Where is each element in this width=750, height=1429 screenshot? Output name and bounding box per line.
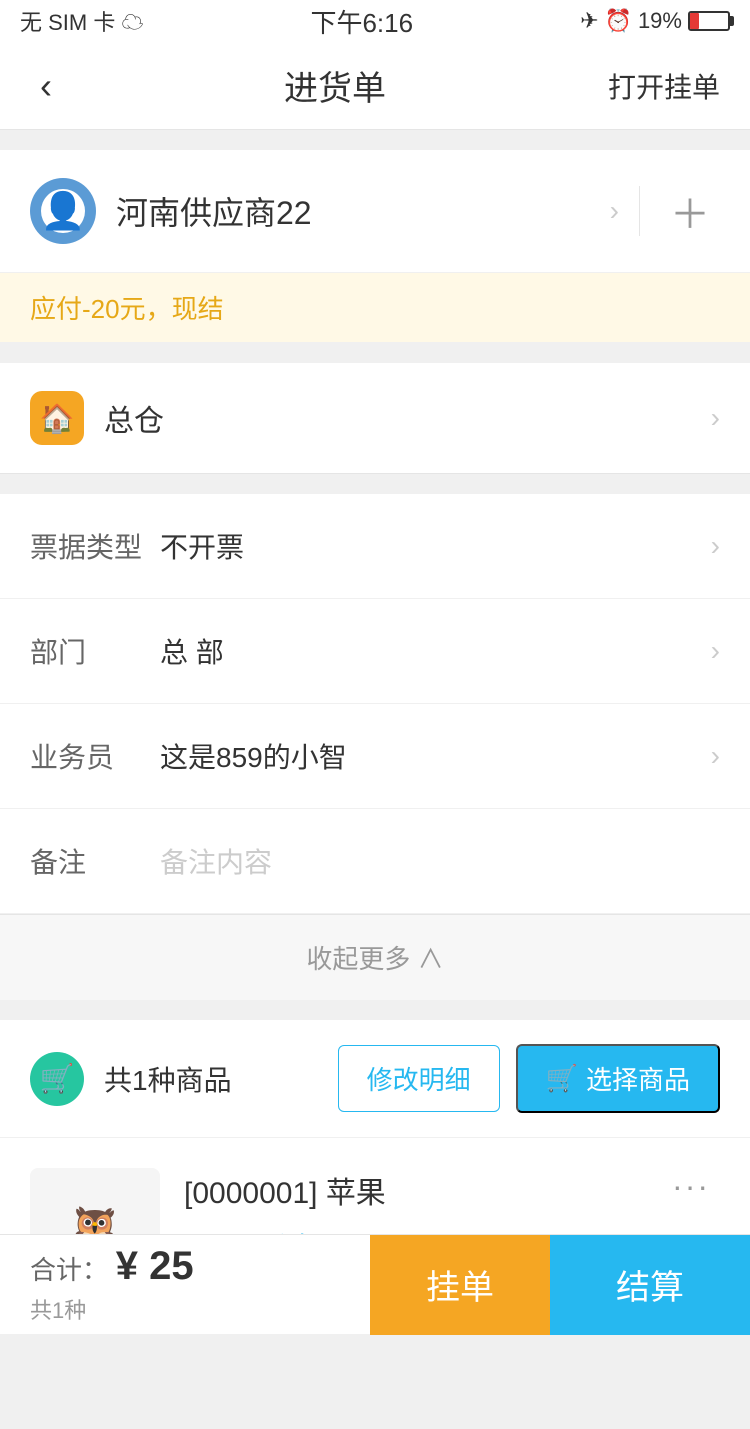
product-code: [0000001] — [184, 1177, 317, 1210]
warehouse-section: 🏠 总仓 › — [0, 363, 750, 474]
sim-status: 无 SIM 卡 ☁ — [20, 5, 143, 37]
total-amount: ¥ 25 — [116, 1244, 194, 1288]
status-left: 无 SIM 卡 ☁ — [20, 5, 143, 37]
invoice-type-row[interactable]: 票据类型 不开票 › — [0, 494, 750, 599]
hang-order-button[interactable]: 挂单 — [370, 1235, 550, 1335]
remark-input[interactable]: 备注内容 — [160, 841, 720, 881]
salesperson-row[interactable]: 业务员 这是859的小智 › — [0, 704, 750, 809]
battery-fill — [690, 13, 700, 29]
supplier-chevron-icon: › — [610, 195, 619, 227]
department-row[interactable]: 部门 总 部 › — [0, 599, 750, 704]
open-pending-button[interactable]: 打开挂单 — [608, 66, 720, 106]
salesperson-chevron-icon: › — [711, 740, 720, 772]
form-section: 票据类型 不开票 › 部门 总 部 › 业务员 这是859的小智 › 备注 备注… — [0, 494, 750, 1000]
remark-label: 备注 — [30, 841, 160, 881]
invoice-type-value: 不开票 — [160, 526, 701, 566]
checkout-button[interactable]: 结算 — [550, 1235, 750, 1335]
status-time: 下午6:16 — [310, 3, 413, 40]
remark-row[interactable]: 备注 备注内容 — [0, 809, 750, 914]
invoice-type-chevron-icon: › — [711, 530, 720, 562]
product-count-label: 共1种商品 — [104, 1059, 338, 1099]
alarm-icon: ⏰ — [605, 8, 632, 34]
select-product-button[interactable]: 🛒 选择商品 — [516, 1044, 720, 1113]
total-section: 合计： ¥ 25 共1种 — [0, 1244, 370, 1325]
total-row: 合计： ¥ 25 — [30, 1244, 340, 1289]
home-icon: 🏠 — [40, 402, 75, 435]
avatar-inner: 👤 — [41, 189, 85, 233]
department-chevron-icon: › — [711, 635, 720, 667]
more-button[interactable]: ··· — [662, 1168, 720, 1205]
select-product-icon: 🛒 — [546, 1063, 578, 1094]
battery-icon — [688, 11, 730, 31]
back-button[interactable]: ‹ — [30, 55, 62, 117]
department-label: 部门 — [30, 631, 160, 671]
warehouse-row[interactable]: 🏠 总仓 › — [0, 363, 750, 474]
status-right: ✈ ⏰ 19% — [580, 8, 730, 34]
warehouse-name: 总仓 — [104, 396, 701, 440]
battery-percent: 19% — [638, 8, 682, 34]
total-label: 合计： — [30, 1255, 108, 1285]
page-title: 进货单 — [284, 61, 386, 110]
supplier-card: 👤 河南供应商22 › ＋ 应付-20元，现结 — [0, 150, 750, 343]
invoice-type-label: 票据类型 — [30, 526, 160, 566]
warehouse-icon-bg: 🏠 — [30, 391, 84, 445]
salesperson-value: 这是859的小智 — [160, 736, 701, 776]
add-supplier-button[interactable]: ＋ — [660, 182, 720, 240]
product-icon-bg: 🛒 — [30, 1052, 84, 1106]
product-name: [0000001] 苹果 — [184, 1168, 638, 1212]
select-product-label: 选择商品 — [586, 1060, 690, 1097]
nav-bar: ‹ 进货单 打开挂单 — [0, 42, 750, 130]
edit-detail-button[interactable]: 修改明细 — [338, 1045, 500, 1112]
supplier-avatar: 👤 — [30, 178, 96, 244]
cart-icon: 🛒 — [40, 1062, 75, 1095]
supplier-name: 河南供应商22 — [116, 188, 600, 234]
notice-bar: 应付-20元，现结 — [0, 273, 750, 343]
warehouse-chevron-icon: › — [711, 402, 720, 434]
department-value: 总 部 — [160, 631, 701, 671]
top-divider — [0, 130, 750, 150]
location-icon: ✈ — [580, 8, 598, 34]
collapse-bar[interactable]: 收起更多 ∧ — [0, 914, 750, 1000]
vertical-divider — [639, 186, 640, 236]
salesperson-label: 业务员 — [30, 736, 160, 776]
product-title: 苹果 — [326, 1177, 386, 1210]
total-count: 共1种 — [30, 1293, 340, 1325]
supplier-row[interactable]: 👤 河南供应商22 › ＋ — [0, 150, 750, 273]
person-icon: 👤 — [41, 190, 86, 232]
product-header: 🛒 共1种商品 修改明细 🛒 选择商品 — [0, 1020, 750, 1138]
status-bar: 无 SIM 卡 ☁ 下午6:16 ✈ ⏰ 19% — [0, 0, 750, 42]
bottom-bar: 合计： ¥ 25 共1种 挂单 结算 — [0, 1234, 750, 1334]
